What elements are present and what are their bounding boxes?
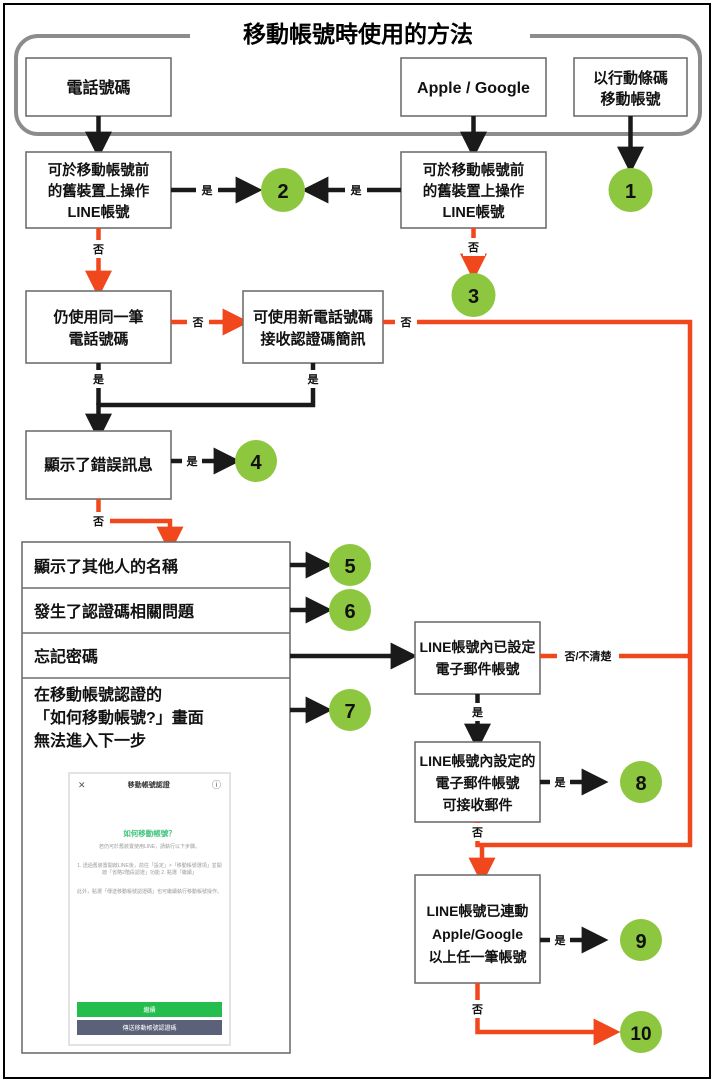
phone-header-title: 移動帳號認證 (127, 782, 170, 789)
old-device-left-line1: 可於移動帳號前 (48, 161, 150, 179)
box-new-number-sms[interactable] (242, 290, 384, 364)
linked-line1: LINE帳號已連動 (427, 903, 529, 919)
help-icon[interactable]: ⓘ (212, 780, 221, 790)
node-3-number: 3 (468, 286, 479, 308)
phone-note: 此外，點選「傳送移動帳號認證碼」也可繼續執行移動帳號操作。 (76, 889, 222, 895)
arrow-linked-no (475, 983, 621, 1046)
phone-continue-button[interactable]: 繼續 (77, 1002, 222, 1017)
issue-item-4-line2: 「如何移動帳號?」畫面 (34, 708, 204, 727)
method-label-qr-line2: 移動帳號 (600, 90, 660, 108)
old-device-right-line1: 可於移動帳號前 (423, 161, 525, 179)
label-no-right: 否 (467, 241, 479, 254)
box-email-set[interactable] (414, 621, 541, 695)
phone-mockup: ✕ 移動帳號認證 ⓘ 如何移動帳號？ 若仍可於舊裝置使用LINE，請執行以下步驟… (68, 772, 231, 1046)
node-4-number: 4 (250, 452, 262, 474)
email-receive-line3: 可接收郵件 (443, 797, 513, 813)
error-shown-line1: 顯示了錯誤訊息 (44, 455, 153, 474)
node-7-number: 7 (344, 701, 355, 723)
phone-send-code-button[interactable]: 傳送移動帳號認證碼 (77, 1020, 222, 1035)
method-label-apple-google: Apple / Google (417, 80, 530, 97)
label-yes-new-number: 是 (307, 373, 320, 386)
node-9-number: 9 (635, 931, 646, 953)
node-6-number: 6 (344, 601, 355, 623)
arrow-yes-merge-to-error (85, 363, 316, 441)
issue-item-4-line1: 在移動帳號認證的 (34, 685, 162, 704)
issue-item-3-label: 忘記密碼 (34, 647, 98, 666)
node-1-number: 1 (625, 181, 636, 203)
email-set-line1: LINE帳號內已設定 (420, 639, 536, 655)
close-icon[interactable]: ✕ (78, 780, 86, 790)
label-no-linked: 否 (471, 1003, 483, 1016)
label-yes-error: 是 (186, 455, 199, 468)
node-5-number: 5 (344, 556, 355, 578)
label-yes-right-2: 是 (350, 184, 363, 197)
node-8-number: 8 (635, 773, 646, 795)
issue-item-4-line3: 無法進入下一步 (34, 731, 146, 750)
flowchart-page: 移動帳號時使用的方法 電話號碼 Apple / Google 以行動條碼 移動帳… (0, 0, 716, 1084)
label-no-same-number: 否 (192, 316, 204, 329)
same-number-line2: 電話號碼 (68, 330, 128, 348)
old-device-left-line3: LINE帳號 (67, 203, 130, 221)
linked-line3: 以上任一筆帳號 (429, 949, 527, 965)
same-number-line1: 仍使用同一筆 (52, 308, 143, 326)
label-yes-email-receive: 是 (554, 776, 567, 789)
label-yes-linked: 是 (554, 934, 567, 947)
method-label-qr-line1: 以行動條碼 (593, 69, 668, 87)
old-device-left-line2: 的舊裝置上操作 (48, 182, 150, 200)
method-label-phone: 電話號碼 (66, 78, 130, 97)
old-device-right-line2: 的舊裝置上操作 (423, 182, 525, 200)
label-no-error: 否 (92, 515, 104, 528)
label-no-email-receive: 否 (471, 826, 483, 839)
label-no-new-number: 否 (400, 316, 412, 329)
node-2-number: 2 (277, 181, 288, 203)
new-number-line2: 接收認證碼簡訊 (260, 330, 365, 348)
box-same-number[interactable] (25, 290, 172, 364)
issue-item-1-label: 顯示了其他人的名稱 (34, 557, 178, 576)
email-receive-line1: LINE帳號內設定的 (420, 753, 536, 769)
label-yes-email-set: 是 (471, 706, 484, 719)
new-number-line1: 可使用新電話號碼 (253, 308, 373, 326)
old-device-right-line3: LINE帳號 (442, 203, 505, 221)
issue-item-2-label: 發生了認證碼相關問題 (33, 602, 195, 621)
page-title: 移動帳號時使用的方法 (243, 21, 473, 47)
phone-subtitle: 若仍可於舊裝置使用LINE，請執行以下步驟。 (98, 844, 201, 850)
email-set-line2: 電子郵件帳號 (436, 661, 520, 677)
node-10-number: 10 (630, 1024, 651, 1045)
phone-header: ✕ 移動帳號認證 ⓘ (70, 774, 229, 794)
phone-steps: 1. 透過舊裝置開啟LINE後，前往「設定」>「移動帳號選項」並開啟「省略2階段… (77, 862, 222, 877)
label-no-unsure: 否/不清楚 (563, 649, 612, 663)
label-yes-left-2-top: 是 (201, 184, 214, 197)
label-no-left: 否 (92, 243, 104, 256)
linked-line2: Apple/Google (432, 926, 523, 942)
phone-heading: 如何移動帳號？ (123, 829, 176, 838)
label-yes-same-number: 是 (92, 373, 105, 386)
email-receive-line2: 電子郵件帳號 (436, 775, 520, 791)
